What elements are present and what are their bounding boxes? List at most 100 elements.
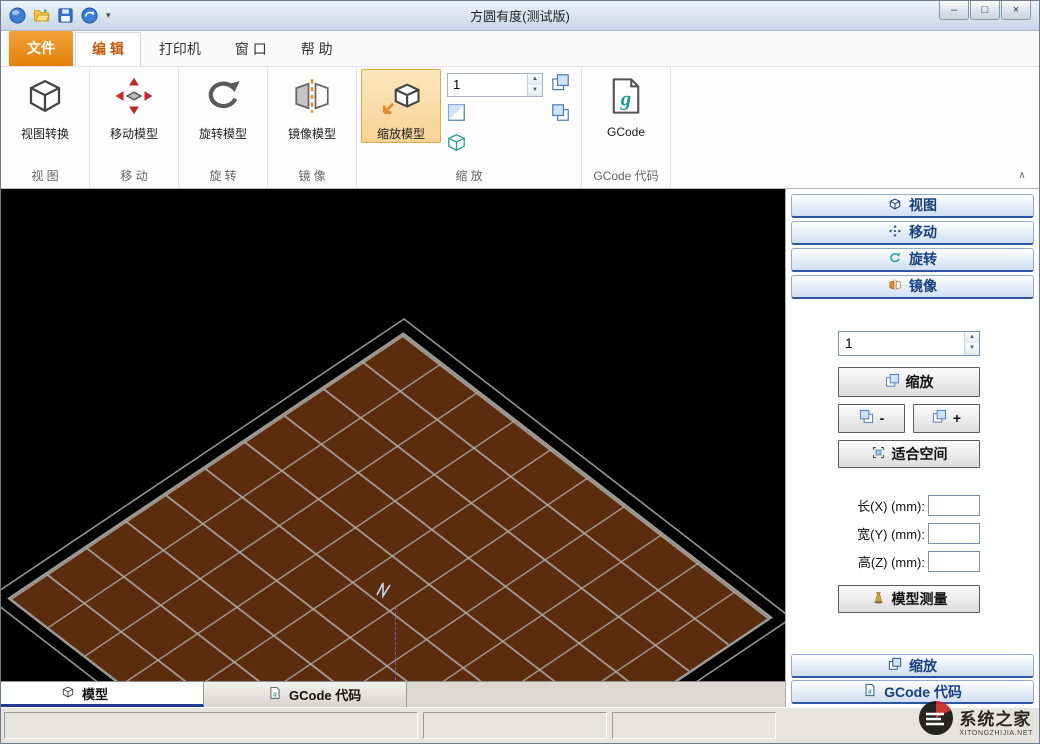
gcode-doc-icon: g [268,686,282,703]
titlebar: ▾ 方圆有度(测试版) – □ × [1,1,1039,31]
ribbon: 视图转换 视 图 移动模型 移 动 旋转模型 旋 转 镜像模型 镜 像 缩放模型… [1,66,1039,189]
measure-model-button[interactable]: 模型测量 [838,584,980,613]
button-label: 视图转换 [20,126,69,141]
ribbon-group-scale: 缩放模型 ▲ ▼ [357,66,582,188]
group-label-mirror: 镜 像 [298,168,326,183]
status-cell-2 [423,712,607,740]
open-folder-icon[interactable] [31,5,51,25]
app-icon[interactable] [7,5,27,25]
header-label: GCode 代码 [884,683,962,700]
button-label: 旋转模型 [198,126,247,141]
mirror-icon [888,278,902,295]
move-icon [113,75,155,122]
minimize-button[interactable]: – [939,1,969,20]
scale-window-icon [885,373,900,391]
cube-icon [888,197,902,214]
gcode-icon: g [605,75,647,122]
close-button[interactable]: × [1001,1,1031,20]
view-transform-button[interactable]: 视图转换 [5,69,85,143]
dim-z-input[interactable] [928,550,980,572]
scale-plus-button[interactable]: + [913,403,980,433]
rotate-icon [888,251,902,268]
group-label-gcode: GCode 代码 [593,168,659,183]
ribbon-group-move: 移动模型 移 动 [90,66,179,188]
scale-half-icon[interactable] [447,103,466,122]
ribbon-collapse-icon[interactable]: ∧ [1013,168,1031,184]
rotate-model-button[interactable]: 旋转模型 [183,69,263,143]
scale-options: ▲ ▼ [441,69,577,161]
status-bar: 系统之家 XITONGZHIJIA.NET [1,701,1039,743]
tab-printer[interactable]: 打印机 [143,33,217,66]
tab-window[interactable]: 窗 口 [219,33,283,66]
redo-icon[interactable] [79,5,99,25]
viewport-3d[interactable]: Y X [1,188,785,682]
tab-gcode[interactable]: g GCode 代码 [204,682,407,708]
panel-header-mirror[interactable]: 镜像 [791,274,1034,299]
scale-model-button[interactable]: 缩放模型 [361,68,441,143]
ribbon-group-view: 视图转换 视 图 [1,66,90,188]
scale-window-icon [932,409,947,427]
watermark-name: 系统之家 [959,709,1032,729]
group-label-rotate: 旋 转 [209,168,237,183]
tab-help[interactable]: 帮 助 [285,33,349,66]
tab-file[interactable]: 文件 [9,30,73,66]
scale-value-input[interactable] [839,331,964,355]
fit-space-button[interactable]: 适合空间 [838,439,980,468]
header-label: 缩放 [909,657,937,674]
panel-header-rotate[interactable]: 旋转 [791,247,1034,272]
spinner-buttons: ▲ ▼ [964,331,979,355]
dimension-y-row: 宽(Y) (mm): [838,522,980,544]
spinner-up-icon[interactable]: ▲ [528,73,542,85]
scale-window-icon [888,657,902,674]
dim-x-label: 长(X) (mm): [857,498,925,514]
tab-label: 模型 [82,686,109,702]
qat-customize-icon[interactable]: ▾ [103,10,114,21]
tab-model[interactable]: 模型 [1,682,204,708]
maximize-button[interactable]: □ [970,1,1000,20]
panel-header-view[interactable]: 视图 [791,193,1034,218]
dim-z-label: 高(Z) (mm): [857,554,925,570]
dim-x-input[interactable] [928,494,980,516]
bottom-tab-bar: 模型 g GCode 代码 [1,681,785,708]
move-model-button[interactable]: 移动模型 [94,69,174,143]
tab-label: GCode 代码 [289,688,362,704]
scale-value-spinner[interactable]: ▲ ▼ [838,330,980,356]
group-label-scale: 缩 放 [455,168,483,183]
status-cell-1 [4,712,418,740]
save-icon[interactable] [55,5,75,25]
gcode-button[interactable]: g GCode [586,69,666,140]
button-label: 移动模型 [109,126,158,141]
viewport-column: Y X 模型 g [1,188,785,708]
panel-header-scale[interactable]: 缩放 [791,654,1034,679]
svg-text:g: g [867,687,872,695]
dim-y-input[interactable] [928,522,980,544]
quick-access-toolbar: ▾ [1,5,114,25]
center-axis-dashed-line [395,606,396,682]
scale-apply-button[interactable]: 缩放 [838,366,980,397]
origin-marker-icon [375,581,397,604]
scale-window-icon [859,409,874,427]
watermark: 系统之家 XITONGZHIJIA.NET [918,700,1033,741]
button-label: 模型测量 [891,590,948,607]
scale-factor-input[interactable] [448,73,527,96]
fit-space-icon [871,445,886,463]
header-label: 移动 [909,224,937,241]
scale-factor-spinner[interactable]: ▲ ▼ [447,72,543,97]
scale-down-icon[interactable] [551,103,570,122]
ribbon-group-rotate: 旋转模型 旋 转 [179,66,268,188]
spinner-down-icon[interactable]: ▼ [965,343,979,355]
dimension-z-row: 高(Z) (mm): [838,550,980,572]
mirror-model-button[interactable]: 镜像模型 [272,69,352,143]
scale-minus-button[interactable]: - [838,403,905,433]
spinner-down-icon[interactable]: ▼ [528,84,542,96]
scale-panel: ▲ ▼ 缩放 - [838,330,980,613]
tab-edit[interactable]: 编 辑 [75,31,141,66]
scale-up-icon[interactable] [551,73,570,92]
spinner-up-icon[interactable]: ▲ [965,331,979,344]
dim-y-label: 宽(Y) (mm): [857,526,925,542]
cube-icon [24,75,66,122]
gcode-doc-icon: g [863,683,877,700]
scale-box-icon[interactable] [447,133,466,152]
window-title: 方圆有度(测试版) [470,8,570,24]
panel-header-move[interactable]: 移动 [791,220,1034,245]
